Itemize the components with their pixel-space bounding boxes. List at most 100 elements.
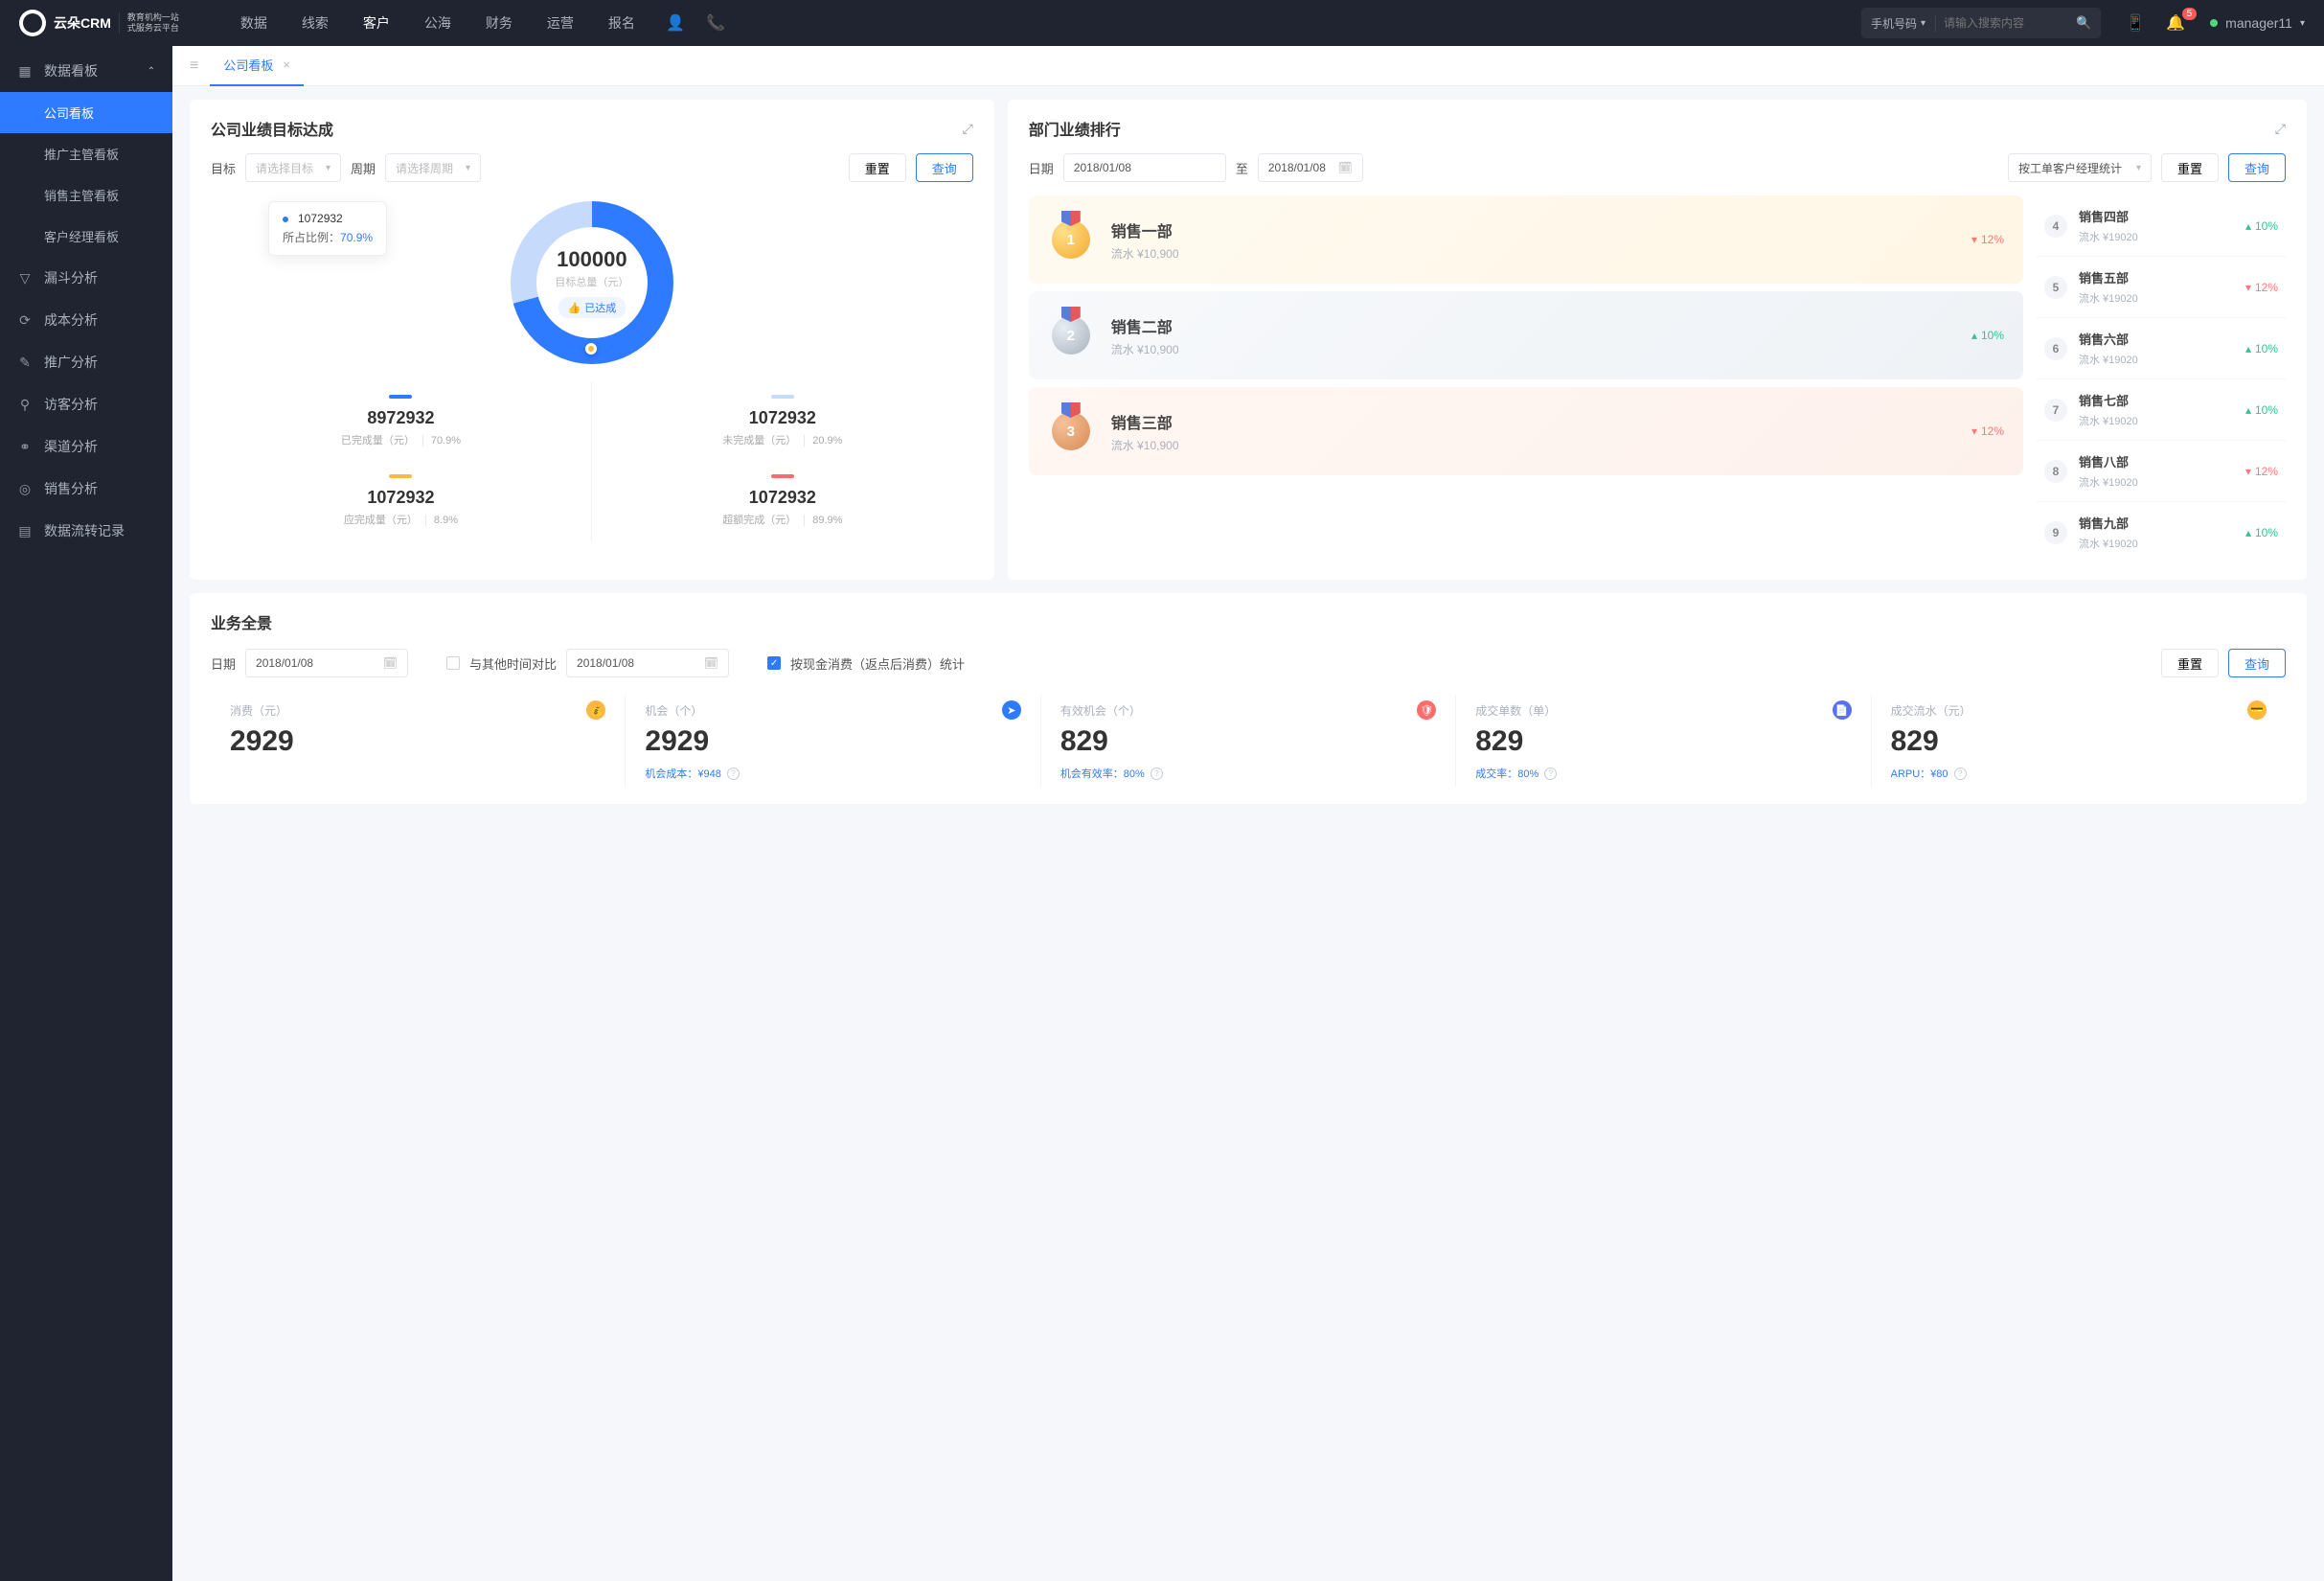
nav-item[interactable]: 客户 [346, 0, 407, 46]
help-icon[interactable]: ? [1954, 768, 1967, 780]
target-select[interactable]: 请选择目标▾ [245, 153, 341, 182]
cash-checkbox[interactable]: ✓ [767, 656, 781, 670]
nav-item[interactable]: 线索 [285, 0, 346, 46]
rank-top-item[interactable]: 1销售一部流水 ¥10,900▾12% [1029, 195, 2023, 284]
dashboard-icon: ▦ [17, 63, 33, 80]
query-button[interactable]: 查询 [916, 153, 973, 182]
arrow-icon: ▴ [2245, 403, 2251, 417]
sidebar-sub-item[interactable]: 销售主管看板 [0, 174, 172, 216]
logo-name: 云朵CRM [54, 13, 111, 33]
sidebar-icon: ▽ [17, 270, 33, 286]
sidebar-icon: ⟳ [17, 312, 33, 329]
tab-company-board[interactable]: 公司看板 × [210, 46, 304, 86]
date-to-input[interactable]: 2018/01/08🗓 [1258, 153, 1363, 182]
donut-chart: 100000 目标总量（元） 👍已达成 [511, 201, 673, 364]
sidebar-item[interactable]: ◎销售分析 [0, 468, 172, 510]
rank-top-item[interactable]: 3销售三部流水 ¥10,900▾12% [1029, 387, 2023, 475]
goal-stat: 1072932应完成量（元）8.9% [211, 461, 592, 540]
rank-row[interactable]: 7销售七部流水 ¥19020▴10% [2037, 379, 2286, 441]
arrow-icon: ▾ [2245, 281, 2251, 294]
main: ≡ 公司看板 × 公司业绩目标达成 ⤢ 目标 请选择目标▾ 周期 [172, 46, 2324, 1581]
goal-stat: 1072932未完成量（元）20.9% [592, 381, 973, 461]
biz-card: 业务全景 日期 2018/01/08🗓 与其他时间对比 2018/01/08🗓 … [190, 593, 2307, 804]
logo[interactable]: 云朵CRM 教育机构一站式服务云平台 [19, 10, 179, 36]
nav-item[interactable]: 运营 [530, 0, 591, 46]
calendar-icon: 🗓 [1338, 161, 1353, 174]
query-button[interactable]: 查询 [2228, 649, 2286, 677]
biz-date1-input[interactable]: 2018/01/08🗓 [245, 649, 408, 677]
medal-icon: 2 [1048, 312, 1094, 358]
close-icon[interactable]: × [283, 57, 290, 72]
rank-row[interactable]: 8销售八部流水 ¥19020▾12% [2037, 441, 2286, 502]
biz-cell: 成交流水（元）💳829ARPU：¥80 ? [1872, 695, 2286, 787]
collapse-sidebar-icon[interactable]: ≡ [182, 57, 206, 75]
rank-row[interactable]: 6销售六部流水 ¥19020▴10% [2037, 318, 2286, 379]
search-box: 手机号码▾ 🔍 [1861, 8, 2101, 38]
bell-icon[interactable]: 🔔 5 [2158, 13, 2193, 33]
goal-card: 公司业绩目标达成 ⤢ 目标 请选择目标▾ 周期 请选择周期▾ 重置 查询 [190, 100, 994, 580]
arrow-icon: ▴ [1971, 329, 1977, 342]
period-select[interactable]: 请选择周期▾ [385, 153, 481, 182]
calendar-icon: 🗓 [704, 656, 718, 670]
date-from-input[interactable]: 2018/01/08 [1063, 153, 1226, 182]
nav-item[interactable]: 数据 [223, 0, 285, 46]
rank-row[interactable]: 5销售五部流水 ¥19020▾12% [2037, 257, 2286, 318]
help-icon[interactable]: ? [1151, 768, 1163, 780]
achieved-chip: 👍已达成 [558, 297, 627, 318]
target-label: 目标 [211, 159, 236, 177]
arrow-icon: ▴ [2245, 219, 2251, 233]
reset-button[interactable]: 重置 [2161, 649, 2219, 677]
metric-icon: 🛡 [1417, 700, 1436, 720]
rank-row[interactable]: 4销售四部流水 ¥19020▴10% [2037, 195, 2286, 257]
metric-icon: 💳 [2247, 700, 2267, 720]
sidebar-item[interactable]: ✎推广分析 [0, 341, 172, 383]
topbar: 云朵CRM 教育机构一站式服务云平台 数据线索客户公海财务运营报名 👤 📞 手机… [0, 0, 2324, 46]
nav-item[interactable]: 公海 [407, 0, 468, 46]
donut-handle [585, 343, 597, 355]
nav-item[interactable]: 报名 [591, 0, 652, 46]
sidebar-icon: ▤ [17, 523, 33, 539]
reset-button[interactable]: 重置 [2161, 153, 2219, 182]
logo-subtitle: 教育机构一站式服务云平台 [119, 12, 179, 34]
compare-checkbox[interactable] [446, 656, 460, 670]
sidebar-item[interactable]: ⟳成本分析 [0, 299, 172, 341]
rank-row[interactable]: 9销售九部流水 ¥19020▴10% [2037, 502, 2286, 562]
sidebar-item[interactable]: ▽漏斗分析 [0, 257, 172, 299]
tabbar: ≡ 公司看板 × [172, 46, 2324, 86]
help-icon[interactable]: ? [1544, 768, 1557, 780]
expand-icon[interactable]: ⤢ [2275, 121, 2286, 137]
biz-date2-input[interactable]: 2018/01/08🗓 [566, 649, 729, 677]
arrow-icon: ▴ [2245, 342, 2251, 355]
goal-title: 公司业绩目标达成 [211, 117, 333, 140]
arrow-icon: ▾ [1971, 233, 1977, 246]
status-dot [2210, 19, 2218, 27]
sidebar-sub-item[interactable]: 客户经理看板 [0, 216, 172, 257]
nav-item[interactable]: 财务 [468, 0, 530, 46]
sidebar-item[interactable]: ⚲访客分析 [0, 383, 172, 425]
biz-title: 业务全景 [211, 610, 2286, 633]
sidebar-sub-item[interactable]: 推广主管看板 [0, 133, 172, 174]
sidebar-item[interactable]: ⚭渠道分析 [0, 425, 172, 468]
mobile-icon[interactable]: 📱 [2118, 13, 2153, 33]
phone-icon[interactable]: 📞 [698, 13, 733, 33]
user-menu[interactable]: manager11 ▾ [2199, 15, 2305, 31]
sidebar-item[interactable]: ▤数据流转记录 [0, 510, 172, 552]
stat-type-select[interactable]: 按工单客户经理统计▾ [2008, 153, 2152, 182]
help-icon[interactable]: ? [727, 768, 740, 780]
rank-top-item[interactable]: 2销售二部流水 ¥10,900▴10% [1029, 291, 2023, 379]
contact-icon[interactable]: 👤 [658, 13, 693, 33]
reset-button[interactable]: 重置 [849, 153, 906, 182]
query-button[interactable]: 查询 [2228, 153, 2286, 182]
sidebar-group-databoard[interactable]: ▦数据看板 ⌃ [0, 50, 172, 92]
biz-cell: 消费（元）💰2929 [211, 695, 626, 787]
logo-mark [19, 10, 46, 36]
search-input[interactable] [1944, 16, 2068, 30]
search-icon[interactable]: 🔍 [2076, 15, 2091, 31]
expand-icon[interactable]: ⤢ [963, 121, 973, 137]
search-type-select[interactable]: 手机号码▾ [1871, 15, 1936, 32]
sidebar: ▦数据看板 ⌃ 公司看板推广主管看板销售主管看板客户经理看板 ▽漏斗分析⟳成本分… [0, 46, 172, 1581]
chevron-up-icon: ⌃ [148, 66, 155, 77]
arrow-icon: ▴ [2245, 526, 2251, 539]
sidebar-sub-item[interactable]: 公司看板 [0, 92, 172, 133]
rank-title: 部门业绩排行 [1029, 117, 1121, 140]
